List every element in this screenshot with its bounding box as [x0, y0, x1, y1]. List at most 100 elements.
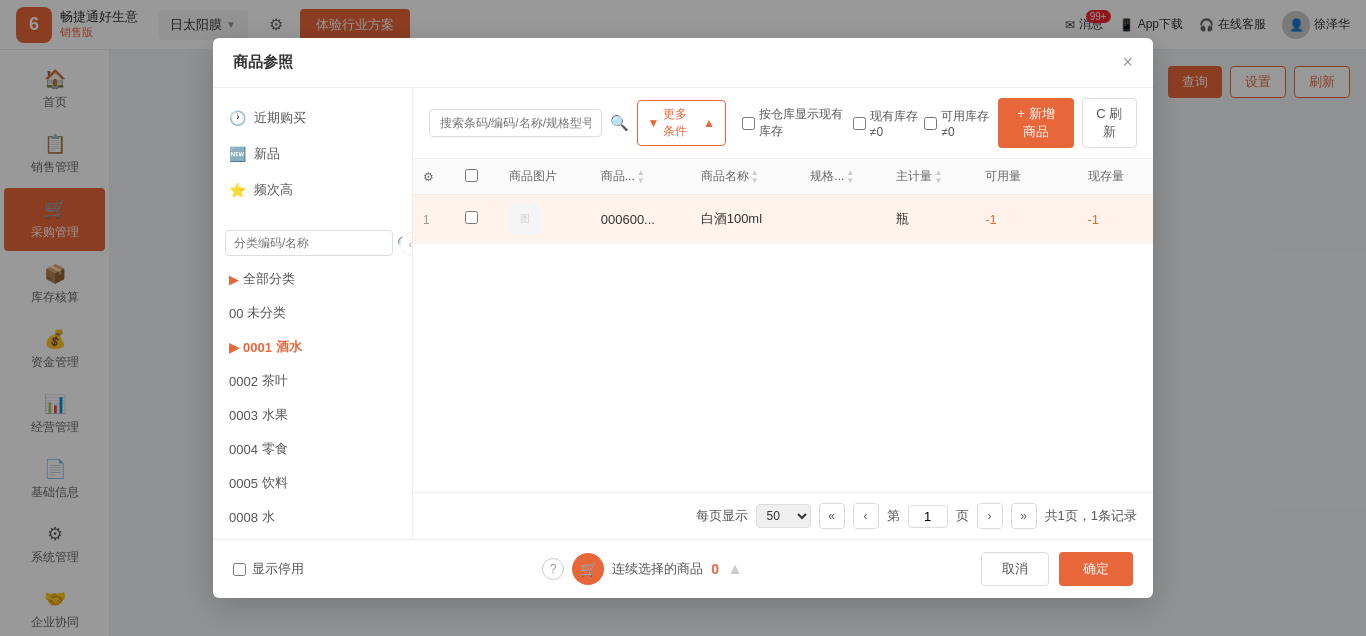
- row-stock: -1: [1078, 195, 1154, 244]
- category-00[interactable]: 00 未分类: [221, 296, 404, 330]
- category-0002[interactable]: 0002 茶叶: [221, 364, 404, 398]
- col-code: 商品...▲▼: [591, 159, 691, 195]
- cart-count: 0: [711, 561, 719, 577]
- help-icon[interactable]: ?: [542, 558, 564, 580]
- cancel-button[interactable]: 取消: [981, 552, 1049, 586]
- category-00-code: 00: [229, 306, 243, 321]
- category-0003[interactable]: 0003 水果: [221, 398, 404, 432]
- per-page-select[interactable]: 50 100 200: [756, 504, 811, 528]
- tab-new-product[interactable]: 🆕 新品: [213, 136, 412, 172]
- product-table-area: ⚙ 商品图片 商品...▲▼ 商品名称▲▼: [413, 159, 1153, 492]
- category-0005-code: 0005: [229, 476, 258, 491]
- tab-frequent-label: 频次高: [254, 181, 293, 199]
- checkbox-stock-input[interactable]: [853, 117, 866, 130]
- col-unit: 主计量▲▼: [886, 159, 975, 195]
- confirm-button[interactable]: 确定: [1059, 552, 1133, 586]
- category-0005[interactable]: 0005 饮料: [221, 466, 404, 500]
- last-page-button[interactable]: »: [1011, 503, 1037, 529]
- col-available: 可用量: [975, 159, 1050, 195]
- col-stock-label: 现存量: [1088, 168, 1124, 185]
- display-disabled-input[interactable]: [233, 563, 246, 576]
- refresh-button[interactable]: C 刷新: [1082, 98, 1137, 148]
- row-name: 白酒100ml: [691, 195, 801, 244]
- checkbox-stock-nonzero[interactable]: 现有库存≠0: [853, 108, 919, 139]
- col-code-label: 商品...: [601, 168, 635, 185]
- category-0001-arrow: ▶: [229, 340, 239, 355]
- category-0003-code: 0003: [229, 408, 258, 423]
- next-page-button[interactable]: ›: [977, 503, 1003, 529]
- row-available: -1: [975, 195, 1050, 244]
- product-table: ⚙ 商品图片 商品...▲▼ 商品名称▲▼: [413, 159, 1153, 244]
- category-all[interactable]: ▶ 全部分类: [221, 262, 404, 296]
- modal-footer: 显示停用 ? 🛒 连续选择的商品 0 ▲ 取消 确定: [213, 539, 1153, 598]
- page-number-input[interactable]: [908, 505, 948, 528]
- left-tabs: 🕐 近期购买 🆕 新品 ⭐ 频次高: [213, 100, 412, 208]
- checkbox-warehouse[interactable]: 按仓库显示现有库存: [742, 106, 847, 140]
- col-stock: 现存量: [1078, 159, 1154, 195]
- category-all-label: 全部分类: [243, 270, 295, 288]
- table-row[interactable]: 1 图 000600... 白酒100ml 瓶 -1: [413, 195, 1153, 244]
- row-extra: [1051, 195, 1078, 244]
- col-spec-label: 规格...: [810, 168, 844, 185]
- add-product-button[interactable]: + 新增商品: [998, 98, 1074, 148]
- modal-left-panel: 🕐 近期购买 🆕 新品 ⭐ 频次高: [213, 88, 413, 539]
- category-list: ▶ 全部分类 00 未分类 ▶ 0001 酒水: [213, 262, 412, 539]
- category-0008[interactable]: 0008 水: [221, 500, 404, 534]
- total-records-label: 共1页，1条记录: [1045, 507, 1137, 525]
- category-00-name: 未分类: [247, 304, 286, 322]
- display-disabled-checkbox[interactable]: 显示停用: [233, 560, 304, 578]
- product-image: 图: [509, 203, 541, 235]
- modal-overlay: 商品参照 × 🕐 近期购买 🆕 新品: [0, 0, 1366, 636]
- frequent-icon: ⭐: [229, 182, 246, 198]
- category-0004-code: 0004: [229, 442, 258, 457]
- row-code: 000600...: [591, 195, 691, 244]
- col-available-label: 可用量: [985, 168, 1021, 185]
- col-settings[interactable]: ⚙: [413, 159, 455, 195]
- category-0010[interactable]: 0010 家电: [221, 534, 404, 539]
- collapse-cart-icon[interactable]: ▲: [727, 560, 743, 578]
- col-spec: 规格...▲▼: [800, 159, 886, 195]
- new-product-icon: 🆕: [229, 146, 246, 162]
- category-0003-name: 水果: [262, 406, 288, 424]
- expand-arrow-icon: ▶: [229, 272, 239, 287]
- category-search-row: 🔍: [213, 224, 412, 262]
- recent-purchase-icon: 🕐: [229, 110, 246, 126]
- category-0004-name: 零食: [262, 440, 288, 458]
- first-page-button[interactable]: «: [819, 503, 845, 529]
- pagination: 每页显示 50 100 200 « ‹ 第 页 › » 共1页，1条记: [413, 492, 1153, 539]
- product-search-icon[interactable]: 🔍: [610, 114, 629, 132]
- page-prefix-label: 第: [887, 507, 900, 525]
- modal-right-panel: 🔍 ▼ 更多条件 ▲ 按仓库显示现有库存: [413, 88, 1153, 539]
- footer-action-buttons: 取消 确定: [981, 552, 1133, 586]
- category-search-input[interactable]: [225, 230, 393, 256]
- filter-button[interactable]: ▼ 更多条件 ▲: [637, 100, 726, 146]
- category-0001[interactable]: ▶ 0001 酒水: [221, 330, 404, 364]
- filter-icon: ▼: [648, 116, 660, 130]
- tab-frequent[interactable]: ⭐ 频次高: [213, 172, 412, 208]
- per-page-label: 每页显示: [696, 507, 748, 525]
- product-search-input[interactable]: [429, 109, 602, 137]
- tab-recent-label: 近期购买: [254, 109, 306, 127]
- tab-recent-purchase[interactable]: 🕐 近期购买: [213, 100, 412, 136]
- category-0004[interactable]: 0004 零食: [221, 432, 404, 466]
- cart-icon[interactable]: 🛒: [572, 553, 604, 585]
- toolbar-right-actions: + 新增商品 C 刷新: [998, 98, 1137, 148]
- table-header-row: ⚙ 商品图片 商品...▲▼ 商品名称▲▼: [413, 159, 1153, 195]
- prev-page-button[interactable]: ‹: [853, 503, 879, 529]
- checkbox-area: 按仓库显示现有库存 现有库存≠0 可用库存≠0: [742, 106, 990, 140]
- row-checkbox[interactable]: [455, 195, 499, 244]
- category-0002-name: 茶叶: [262, 372, 288, 390]
- close-button[interactable]: ×: [1122, 52, 1133, 73]
- checkbox-warehouse-input[interactable]: [742, 117, 755, 130]
- checkbox-available-input[interactable]: [924, 117, 937, 130]
- row-select-checkbox[interactable]: [465, 211, 478, 224]
- col-name: 商品名称▲▼: [691, 159, 801, 195]
- modal-toolbar: 🔍 ▼ 更多条件 ▲ 按仓库显示现有库存: [413, 88, 1153, 159]
- checkbox-available-nonzero[interactable]: 可用库存≠0: [924, 108, 990, 139]
- select-all-checkbox[interactable]: [465, 169, 478, 182]
- modal-body: 🕐 近期购买 🆕 新品 ⭐ 频次高: [213, 88, 1153, 539]
- tab-new-label: 新品: [254, 145, 280, 163]
- category-0008-code: 0008: [229, 510, 258, 525]
- category-0002-code: 0002: [229, 374, 258, 389]
- page-unit-label: 页: [956, 507, 969, 525]
